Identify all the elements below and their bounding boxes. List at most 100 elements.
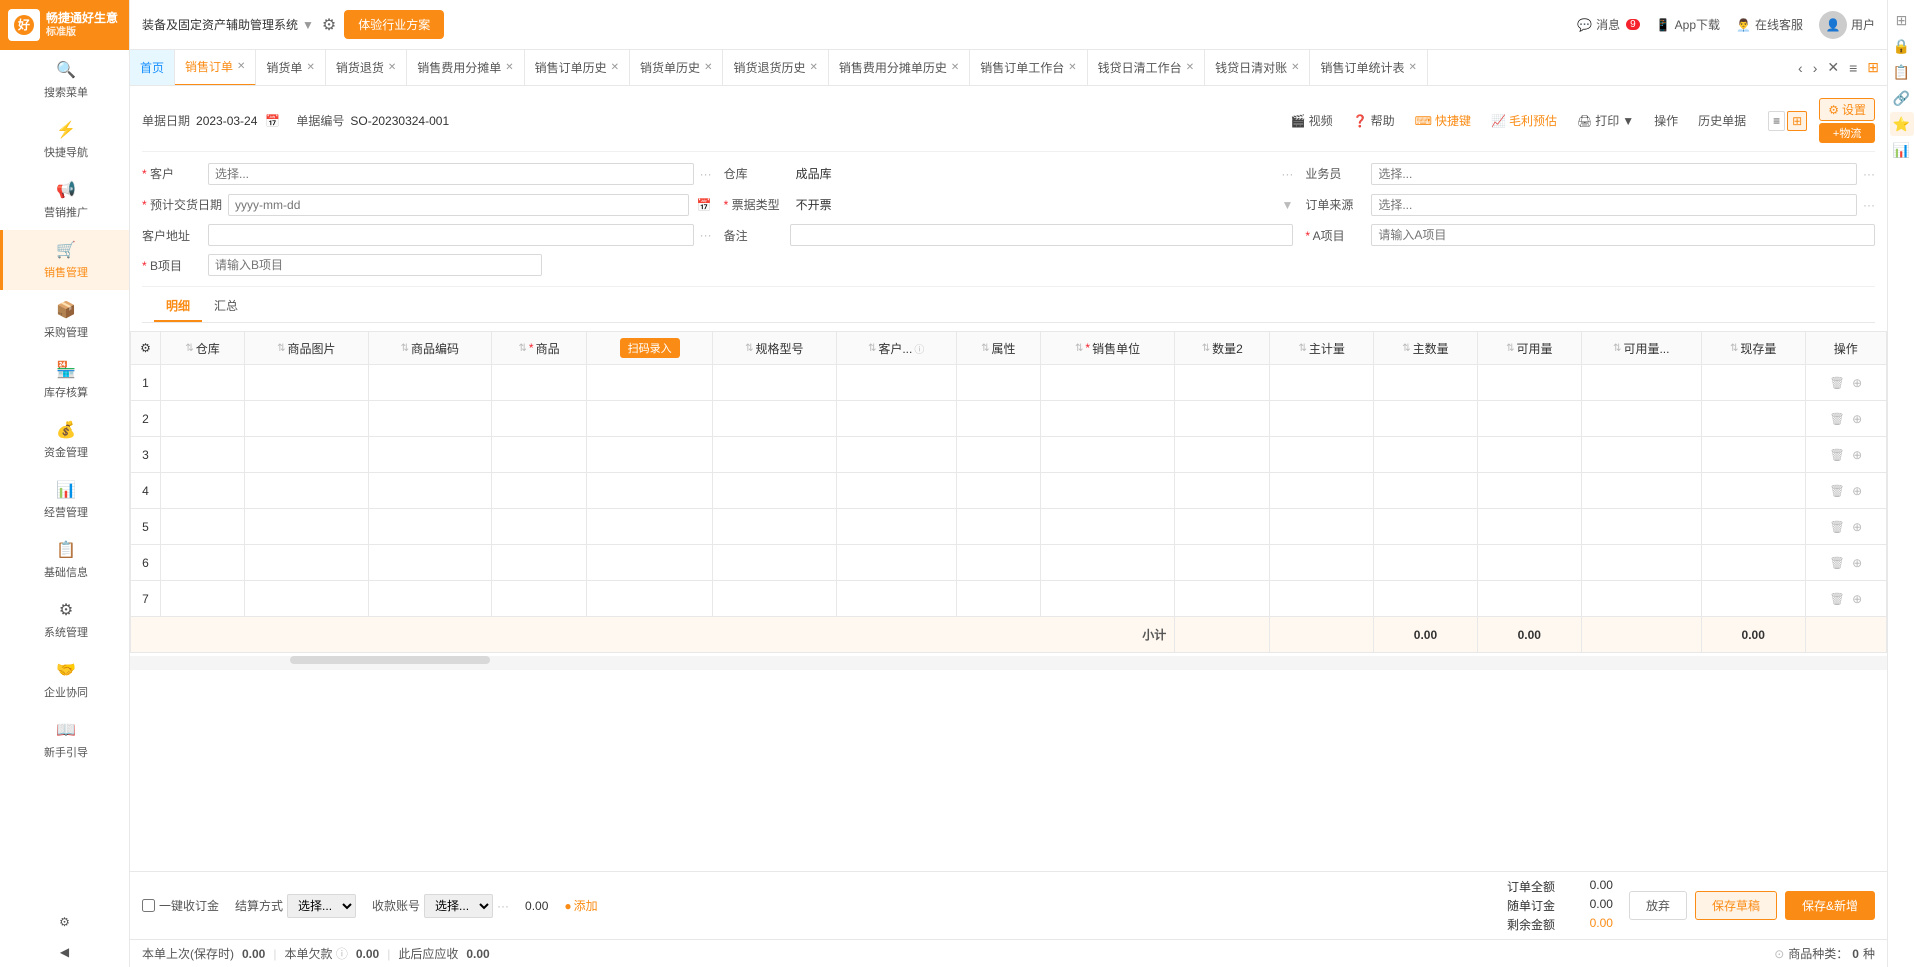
row-3-qty2[interactable] [1175, 437, 1270, 473]
tab-prev-btn[interactable]: ‹ [1794, 58, 1807, 78]
row-3-spec[interactable] [713, 437, 836, 473]
row-6-product[interactable] [492, 545, 587, 581]
row-6-warehouse[interactable] [161, 545, 245, 581]
discard-btn[interactable]: 放弃 [1629, 891, 1687, 920]
profit-btn[interactable]: 📈 毛利预估 [1485, 110, 1563, 131]
row-4-available2[interactable] [1581, 473, 1701, 509]
row-4-product[interactable] [492, 473, 587, 509]
row-3-main-qty[interactable] [1374, 437, 1478, 473]
tab-sales-cost[interactable]: 销售费用分摊单 ✕ [407, 50, 524, 86]
row-5-product[interactable] [492, 509, 587, 545]
tab-close-sales-order[interactable]: ✕ [237, 61, 245, 72]
sidebar-item-basic-info[interactable]: 📋 基础信息 [0, 530, 129, 590]
row-6-delete-icon[interactable]: 🗑 [1829, 556, 1844, 570]
right-panel-item-4[interactable]: 🔗 [1890, 86, 1914, 110]
row-2-product-code[interactable] [368, 401, 491, 437]
add-logistics-btn[interactable]: +物流 [1819, 123, 1875, 143]
row-5-stock[interactable] [1701, 509, 1805, 545]
row-2-available[interactable] [1477, 401, 1581, 437]
row-4-stock[interactable] [1701, 473, 1805, 509]
invoice-type-arrow-icon[interactable]: ▼ [1281, 198, 1293, 212]
sidebar-item-finance[interactable]: 💰 资金管理 [0, 410, 129, 470]
sort-icon[interactable]: ⇅ [1402, 343, 1410, 354]
tab-close-sales-cost[interactable]: ✕ [505, 62, 513, 73]
row-4-delete-icon[interactable]: 🗑 [1829, 484, 1844, 498]
row-7-qty2[interactable] [1175, 581, 1270, 617]
tab-reconciliation[interactable]: 钱贷日清对账 ✕ [1205, 50, 1310, 86]
user-btn[interactable]: 👤 用户 [1819, 11, 1875, 39]
row-5-available2[interactable] [1581, 509, 1701, 545]
topbar-settings-icon[interactable]: ⚙ [322, 15, 336, 35]
row-2-delete-icon[interactable]: 🗑 [1829, 412, 1844, 426]
row-5-customer-field[interactable] [836, 509, 956, 545]
right-panel-item-6[interactable]: 📊 [1890, 138, 1914, 162]
tab-sales-return[interactable]: 销货退货 ✕ [326, 50, 407, 86]
customer-input[interactable] [208, 163, 694, 185]
sidebar-item-sales[interactable]: 🛒 销售管理 [0, 230, 129, 290]
row-1-main-qty[interactable] [1374, 365, 1478, 401]
detail-tab-summary[interactable]: 汇总 [202, 291, 250, 322]
row-4-main-unit[interactable] [1270, 473, 1374, 509]
date-picker-icon[interactable]: 📅 [265, 114, 280, 128]
account-select[interactable]: 选择... [424, 894, 493, 918]
current-due-info-icon[interactable]: ⓘ [336, 947, 348, 961]
settings-top-btn[interactable]: ⚙ 设置 [1819, 98, 1875, 121]
sort-icon[interactable]: ⇅ [519, 343, 527, 354]
tab-close-order-stats[interactable]: ✕ [1409, 62, 1417, 73]
address-more-icon[interactable]: ··· [700, 228, 712, 242]
sort-icon[interactable]: ⇅ [1730, 343, 1738, 354]
row-7-product-code[interactable] [368, 581, 491, 617]
row-4-qty2[interactable] [1175, 473, 1270, 509]
row-4-spec[interactable] [713, 473, 836, 509]
row-1-attribute[interactable] [956, 365, 1040, 401]
order-source-more-icon[interactable]: ··· [1863, 198, 1875, 212]
row-3-delete-icon[interactable]: 🗑 [1829, 448, 1844, 462]
tab-close-sales-bill[interactable]: ✕ [306, 62, 314, 73]
tab-sales-bill-history[interactable]: 销货单历史 ✕ [630, 50, 723, 86]
row-2-product-img[interactable] [245, 401, 368, 437]
row-2-main-qty[interactable] [1374, 401, 1478, 437]
tab-close-sales-return[interactable]: ✕ [388, 62, 396, 73]
add-btn[interactable]: ● 添加 [564, 897, 597, 914]
right-panel-item-2[interactable]: 🔒 [1890, 34, 1914, 58]
delivery-date-input[interactable] [228, 194, 689, 216]
row-3-sales-unit[interactable] [1040, 437, 1174, 473]
row-4-warehouse[interactable] [161, 473, 245, 509]
app-download-btn[interactable]: 📱 App下载 [1656, 16, 1720, 33]
tab-return-history[interactable]: 销货退货历史 ✕ [723, 50, 828, 86]
shortcut-btn[interactable]: ⌨ 快捷键 [1409, 110, 1477, 131]
row-6-product-code[interactable] [368, 545, 491, 581]
sidebar-collapse-btn[interactable]: ◀ [0, 937, 129, 967]
row-4-attribute[interactable] [956, 473, 1040, 509]
row-3-stock[interactable] [1701, 437, 1805, 473]
row-3-product-img[interactable] [245, 437, 368, 473]
row-6-stock[interactable] [1701, 545, 1805, 581]
sidebar-item-cooperation[interactable]: 🤝 企业协同 [0, 650, 129, 710]
row-2-sales-unit[interactable] [1040, 401, 1174, 437]
row-1-spec[interactable] [713, 365, 836, 401]
row-3-product[interactable] [492, 437, 587, 473]
sort-icon[interactable]: ⇅ [868, 343, 876, 354]
address-input[interactable] [208, 224, 694, 246]
row-7-product[interactable] [492, 581, 587, 617]
row-1-main-unit[interactable] [1270, 365, 1374, 401]
row-7-stock[interactable] [1701, 581, 1805, 617]
row-5-product-img[interactable] [245, 509, 368, 545]
row-1-qty2[interactable] [1175, 365, 1270, 401]
row-5-sales-unit[interactable] [1040, 509, 1174, 545]
row-2-product[interactable] [492, 401, 587, 437]
row-6-sales-unit[interactable] [1040, 545, 1174, 581]
sidebar-item-system[interactable]: ⚙ 系统管理 [0, 590, 129, 650]
row-3-available2[interactable] [1581, 437, 1701, 473]
row-2-main-unit[interactable] [1270, 401, 1374, 437]
tab-cost-history[interactable]: 销售费用分摊单历史 ✕ [829, 50, 970, 86]
row-2-copy-icon[interactable]: ⊕ [1852, 412, 1862, 426]
right-panel-item-5[interactable]: ⭐ [1890, 112, 1914, 136]
row-6-spec[interactable] [713, 545, 836, 581]
sort-icon[interactable]: ⇅ [277, 343, 285, 354]
a-project-input[interactable] [1371, 224, 1875, 246]
scan-btn[interactable]: 扫码录入 [620, 338, 680, 358]
scroll-thumb[interactable] [290, 656, 490, 664]
row-7-available2[interactable] [1581, 581, 1701, 617]
row-3-customer-field[interactable] [836, 437, 956, 473]
